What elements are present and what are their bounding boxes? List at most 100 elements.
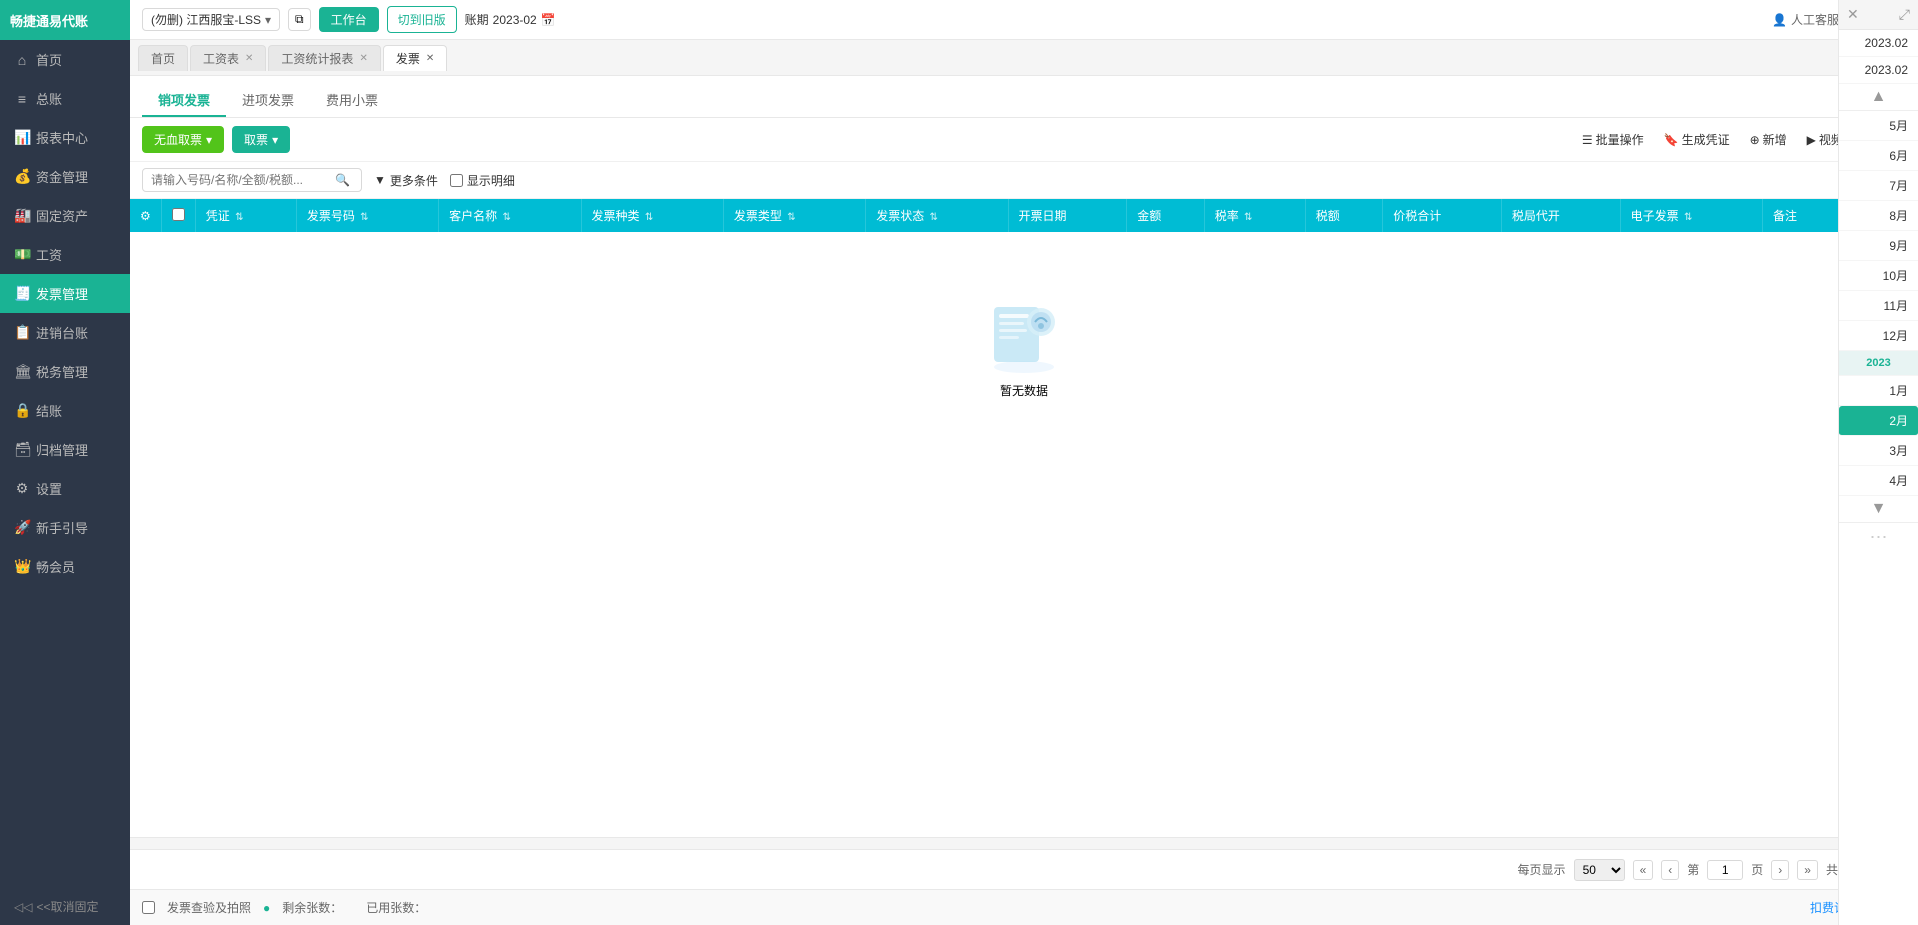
sidebar-item-report[interactable]: 📊 报表中心 <box>0 118 130 157</box>
tab-home[interactable]: 首页 <box>138 45 188 71</box>
sidebar-item-funds[interactable]: 💰 资金管理 <box>0 157 130 196</box>
date-panel-close-button[interactable]: ✕ <box>1847 6 1859 23</box>
copy-button[interactable]: ⧉ <box>288 8 311 31</box>
date-nov-2022[interactable]: 11月 <box>1839 291 1918 321</box>
sidebar-label-ledger: 总账 <box>36 89 62 108</box>
panel-scroll-down: ▼ <box>1839 496 1918 523</box>
date-oct-2022[interactable]: 10月 <box>1839 261 1918 291</box>
date-jul-2022[interactable]: 7月 <box>1839 171 1918 201</box>
date-may-2022[interactable]: 5月 <box>1839 111 1918 141</box>
subtab-purchase-invoice[interactable]: 进项发票 <box>226 84 310 117</box>
date-feb-2023[interactable]: 2月 <box>1839 406 1918 436</box>
sidebar-item-ledger[interactable]: ≡ 总账 <box>0 79 130 118</box>
sidebar-item-salary[interactable]: 💵 工资 <box>0 235 130 274</box>
service-button[interactable]: 👤 人工客服 <box>1772 11 1839 28</box>
tax-icon: 🏛 <box>14 363 30 380</box>
topbar: (勿删) 江西服宝-LSS ▾ ⧉ 工作台 切到旧版 账期 2023-02 📅 … <box>130 0 1918 40</box>
sidebar-item-invoice[interactable]: 🧾 发票管理 <box>0 274 130 313</box>
company-selector[interactable]: (勿删) 江西服宝-LSS ▾ <box>142 8 280 31</box>
th-remark: 备注 <box>1763 199 1840 232</box>
sidebar-item-home[interactable]: ⌂ 首页 <box>0 40 130 79</box>
tab-invoice[interactable]: 发票 ✕ <box>383 45 447 71</box>
subtab-expense-receipt[interactable]: 费用小票 <box>310 84 394 117</box>
empty-text: 暂无数据 <box>1000 382 1048 399</box>
guide-icon: 🚀 <box>14 519 30 536</box>
member-icon: 👑 <box>14 558 30 575</box>
verify-checkbox[interactable] <box>142 901 155 914</box>
tab-salary[interactable]: 工资表 ✕ <box>190 45 266 71</box>
oldver-button[interactable]: 切到旧版 <box>387 6 457 33</box>
sort-customer-icon[interactable]: ⇅ <box>503 212 511 223</box>
new-invoice-button[interactable]: ⊕ 新增 <box>1744 126 1793 153</box>
th-tax-bureau: 税局代开 <box>1501 199 1620 232</box>
tab-salary-report-close[interactable]: ✕ <box>359 53 367 64</box>
period-info: 账期 2023-02 📅 <box>465 11 556 28</box>
detail-checkbox-input[interactable] <box>450 174 463 187</box>
search-icon[interactable]: 🔍 <box>335 173 350 187</box>
date-entry-202302-1[interactable]: 2023.02 <box>1839 30 1918 57</box>
sidebar-item-archive[interactable]: 🗃 归档管理 <box>0 430 130 469</box>
tab-salary-close[interactable]: ✕ <box>245 53 253 64</box>
sidebar-item-sales[interactable]: 📋 进销台账 <box>0 313 130 352</box>
tabbar: 首页 工资表 ✕ 工资统计报表 ✕ 发票 ✕ <box>130 40 1918 76</box>
sort-rate-icon[interactable]: ⇅ <box>1244 212 1252 223</box>
date-sep-2022[interactable]: 9月 <box>1839 231 1918 261</box>
take-invoice-button[interactable]: 取票 ▾ <box>232 126 290 153</box>
panel-dots: ⋯ <box>1839 523 1918 552</box>
sidebar-item-assets[interactable]: 🏭 固定资产 <box>0 196 130 235</box>
select-all-checkbox[interactable] <box>172 208 185 221</box>
sidebar-item-guide[interactable]: 🚀 新手引导 <box>0 508 130 547</box>
next-page-button[interactable]: › <box>1771 860 1789 880</box>
date-mar-2023[interactable]: 3月 <box>1839 436 1918 466</box>
horizontal-scrollbar[interactable] <box>130 837 1918 849</box>
th-checkbox[interactable] <box>161 199 195 232</box>
panel-up-button[interactable]: ▲ <box>1871 88 1887 106</box>
sidebar-item-tax[interactable]: 🏛 税务管理 <box>0 352 130 391</box>
per-page-select[interactable]: 50 20 100 <box>1574 859 1625 881</box>
sidebar-label-funds: 资金管理 <box>36 167 88 186</box>
report-icon: 📊 <box>14 129 30 146</box>
sidebar-item-close[interactable]: 🔒 结账 <box>0 391 130 430</box>
tab-salary-report[interactable]: 工资统计报表 ✕ <box>268 45 380 71</box>
show-detail-checkbox[interactable]: 显示明细 <box>450 172 515 189</box>
sidebar-item-member[interactable]: 👑 畅会员 <box>0 547 130 586</box>
sort-einvoice-icon[interactable]: ⇅ <box>1684 212 1692 223</box>
sort-invoice-no-icon[interactable]: ⇅ <box>360 212 368 223</box>
more-conditions-button[interactable]: ▼ 更多条件 <box>374 172 438 189</box>
batch-op-button[interactable]: ☰ 批量操作 <box>1576 126 1650 153</box>
date-panel: ✕ ⤢ 2023.02 2023.02 ▲ 5月 6月 7月 8月 9月 10月… <box>1838 0 1918 925</box>
date-jan-2023[interactable]: 1月 <box>1839 376 1918 406</box>
gen-voucher-button[interactable]: 🔖 生成凭证 <box>1658 126 1736 153</box>
date-apr-2023[interactable]: 4月 <box>1839 466 1918 496</box>
archive-icon: 🗃 <box>14 441 30 458</box>
search-input[interactable] <box>151 173 331 187</box>
sort-type-icon[interactable]: ⇅ <box>645 212 653 223</box>
chevron-down-icon: ▾ <box>265 13 271 27</box>
date-dec-2022[interactable]: 12月 <box>1839 321 1918 351</box>
toolbar: 无血取票 ▾ 取票 ▾ ☰ 批量操作 🔖 生成凭证 ⊕ 新增 <box>130 118 1918 162</box>
page-input[interactable] <box>1707 860 1743 880</box>
sidebar-item-settings[interactable]: ⚙ 设置 <box>0 469 130 508</box>
workbench-button[interactable]: 工作台 <box>319 7 379 32</box>
calendar-icon: 📅 <box>541 13 556 27</box>
sort-status-icon[interactable]: ⇅ <box>930 212 938 223</box>
subtab-sales-label: 销项发票 <box>158 93 210 108</box>
show-detail-label: 显示明细 <box>467 172 515 189</box>
take-invoice-label: 取票 <box>244 131 268 148</box>
sidebar-pin-cancel[interactable]: ◁◁ <<取消固定 <box>0 888 130 925</box>
last-page-button[interactable]: » <box>1797 860 1818 880</box>
prev-page-button[interactable]: ‹ <box>1661 860 1679 880</box>
no-invoice-button[interactable]: 无血取票 ▾ <box>142 126 224 153</box>
sort-voucher-icon[interactable]: ⇅ <box>235 212 243 223</box>
date-aug-2022[interactable]: 8月 <box>1839 201 1918 231</box>
empty-state: 暂无数据 <box>130 232 1918 459</box>
date-entry-202302-2[interactable]: 2023.02 <box>1839 57 1918 84</box>
th-settings[interactable]: ⚙ <box>130 199 161 232</box>
sort-cat-icon[interactable]: ⇅ <box>787 212 795 223</box>
tab-invoice-close[interactable]: ✕ <box>426 53 434 64</box>
subtab-sales-invoice[interactable]: 销项发票 <box>142 84 226 117</box>
panel-down-button[interactable]: ▼ <box>1871 500 1887 518</box>
date-jun-2022[interactable]: 6月 <box>1839 141 1918 171</box>
first-page-button[interactable]: « <box>1633 860 1654 880</box>
date-panel-expand-button[interactable]: ⤢ <box>1899 6 1910 23</box>
